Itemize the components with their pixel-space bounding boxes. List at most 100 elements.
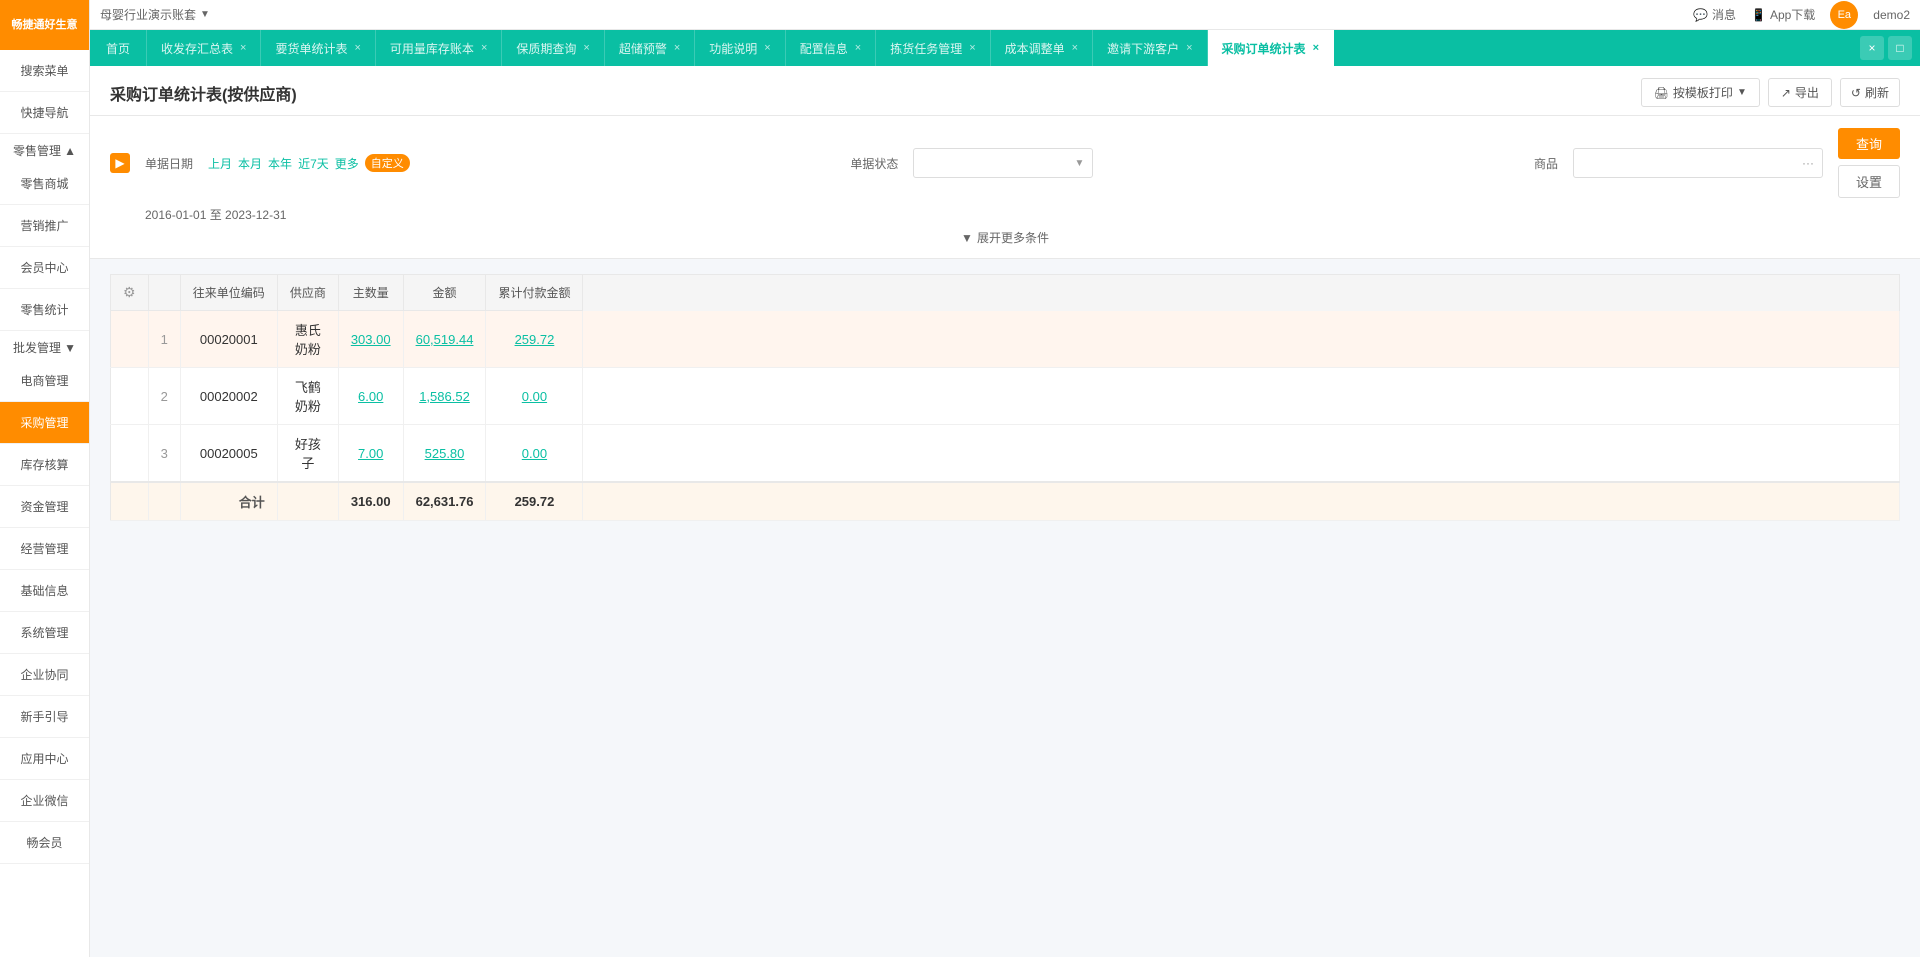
sidebar-item-vip[interactable]: 畅会员: [0, 822, 90, 864]
sidebar-item-label: 经营管理: [5, 540, 85, 557]
tab-label: 可用量库存账本: [390, 40, 474, 57]
close-icon[interactable]: ×: [1072, 42, 1078, 54]
tab-func-desc[interactable]: 功能说明 ×: [695, 30, 785, 66]
close-icon[interactable]: ×: [1186, 42, 1192, 54]
page-content: 采购订单统计表(按供应商) 🖨 按模板打印 ▼ ↗ 导出 ↺ 刷新: [90, 66, 1920, 957]
cell-supplier: 惠氏奶粉: [277, 311, 338, 368]
message-button[interactable]: 💬 消息: [1693, 6, 1736, 23]
close-icon[interactable]: ×: [1313, 42, 1319, 54]
tab-home[interactable]: 首页: [90, 30, 147, 66]
cell-main-qty: 6.00: [338, 368, 403, 425]
col-paid-amount[interactable]: 累计付款金额: [486, 275, 583, 311]
sidebar-item-enterprise[interactable]: 企业协同: [0, 654, 90, 696]
sidebar-item-label: 畅会员: [5, 834, 85, 851]
tab-config[interactable]: 配置信息 ×: [786, 30, 876, 66]
tab-picking-task[interactable]: 拣货任务管理 ×: [876, 30, 990, 66]
sidebar-item-retail-stats[interactable]: 零售统计: [0, 289, 90, 331]
tab-receive-send[interactable]: 收发存汇总表 ×: [147, 30, 261, 66]
print-button[interactable]: 🖨 按模板打印 ▼: [1641, 78, 1760, 107]
more-icon[interactable]: ···: [1802, 156, 1814, 170]
goods-filter-label: 商品: [1534, 155, 1558, 172]
tab-expiry-query[interactable]: 保质期查询 ×: [502, 30, 604, 66]
expand-filter-button[interactable]: ▼ 展开更多条件: [110, 229, 1900, 246]
filter-toggle-button[interactable]: ▶: [110, 153, 130, 173]
footer-supplier: [277, 482, 338, 521]
sidebar-item-label: 电商管理: [5, 372, 85, 389]
cell-seq: 2: [148, 368, 180, 425]
goods-input[interactable]: ···: [1573, 148, 1823, 178]
sidebar-item-label: 新手引导: [5, 708, 85, 725]
sidebar-item-member[interactable]: 会员中心: [0, 247, 90, 289]
sidebar-item-inventory[interactable]: 库存核算: [0, 444, 90, 486]
last-7-days-shortcut[interactable]: 近7天: [298, 155, 329, 172]
cell-spacer: [583, 368, 1900, 425]
close-icon[interactable]: ×: [764, 42, 770, 54]
close-icon[interactable]: ×: [354, 42, 360, 54]
app-download-button[interactable]: 📱 App下载: [1751, 6, 1815, 23]
sidebar-item-retail[interactable]: 零售管理 ▲: [0, 134, 90, 163]
print-label: 按模板打印: [1673, 84, 1733, 101]
more-shortcut[interactable]: 更多: [335, 155, 359, 172]
this-year-shortcut[interactable]: 本年: [268, 155, 292, 172]
status-select[interactable]: ▼: [913, 148, 1093, 178]
close-icon[interactable]: ×: [855, 42, 861, 54]
sidebar-item-enterprise-wx[interactable]: 企业微信: [0, 780, 90, 822]
sidebar-item-ecommerce[interactable]: 电商管理: [0, 360, 90, 402]
sidebar-item-label: 企业微信: [5, 792, 85, 809]
sidebar-item-search[interactable]: 搜索菜单: [0, 50, 90, 92]
refresh-icon: ↺: [1851, 86, 1861, 100]
sidebar-item-retail-mall[interactable]: 零售商城: [0, 163, 90, 205]
export-button[interactable]: ↗ 导出: [1768, 78, 1832, 107]
col-main-qty[interactable]: 主数量: [338, 275, 403, 311]
last-month-shortcut[interactable]: 上月: [208, 155, 232, 172]
cell-gear: [111, 425, 149, 483]
account-switcher[interactable]: 母婴行业演示账套 ▼: [100, 6, 210, 23]
close-tab-button[interactable]: ×: [1860, 36, 1884, 60]
tab-goods-stats[interactable]: 要货单统计表 ×: [261, 30, 375, 66]
close-icon[interactable]: ×: [481, 42, 487, 54]
tab-cost-adjust[interactable]: 成本调整单 ×: [991, 30, 1093, 66]
sidebar-item-wholesale[interactable]: 批发管理 ▼: [0, 331, 90, 360]
col-supplier[interactable]: 供应商: [277, 275, 338, 311]
this-month-shortcut[interactable]: 本月: [238, 155, 262, 172]
col-unit-code[interactable]: 往来单位编码: [180, 275, 277, 311]
gear-icon[interactable]: ⚙: [123, 284, 136, 300]
sidebar-item-app-center[interactable]: 应用中心: [0, 738, 90, 780]
col-gear: ⚙: [111, 275, 149, 311]
sidebar-item-basic-info[interactable]: 基础信息: [0, 570, 90, 612]
close-icon[interactable]: ×: [240, 42, 246, 54]
cell-supplier: 飞鹤奶粉: [277, 368, 338, 425]
close-icon[interactable]: ×: [583, 42, 589, 54]
maximize-button[interactable]: □: [1888, 36, 1912, 60]
sidebar-item-finance[interactable]: 资金管理: [0, 486, 90, 528]
sidebar: 畅捷通好生意 搜索菜单 快捷导航 零售管理 ▲ 零售商城 营销推广 会员中心 零…: [0, 0, 90, 957]
sidebar-item-operations[interactable]: 经营管理: [0, 528, 90, 570]
refresh-button[interactable]: ↺ 刷新: [1840, 78, 1900, 107]
sidebar-item-new-guide[interactable]: 新手引导: [0, 696, 90, 738]
sidebar-item-label: 营销推广: [5, 217, 85, 234]
tab-label: 配置信息: [800, 40, 848, 57]
cell-seq: 1: [148, 311, 180, 368]
avatar[interactable]: Ea: [1830, 1, 1858, 29]
tab-overstock[interactable]: 超储预警 ×: [605, 30, 695, 66]
username[interactable]: demo2: [1873, 8, 1910, 22]
settings-button[interactable]: 设置: [1838, 165, 1900, 198]
col-amount[interactable]: 金额: [403, 275, 486, 311]
sidebar-item-label: 零售统计: [5, 301, 85, 318]
tab-invite-downstream[interactable]: 邀请下游客户 ×: [1093, 30, 1207, 66]
sidebar-item-marketing[interactable]: 营销推广: [0, 205, 90, 247]
sidebar-item-purchase[interactable]: 采购管理: [0, 402, 90, 444]
table-row: 3 00020005 好孩子 7.00 525.80 0.00: [111, 425, 1900, 483]
tab-stock-ledger[interactable]: 可用量库存账本 ×: [376, 30, 502, 66]
close-icon[interactable]: ×: [969, 42, 975, 54]
tab-purchase-stats[interactable]: 采购订单统计表 ×: [1208, 30, 1334, 66]
sidebar-item-system[interactable]: 系统管理: [0, 612, 90, 654]
custom-badge: 自定义: [365, 154, 410, 172]
sidebar-item-quick-nav[interactable]: 快捷导航: [0, 92, 90, 134]
sidebar-item-label: 会员中心: [5, 259, 85, 276]
query-button[interactable]: 查询: [1838, 128, 1900, 159]
footer-gear: [111, 482, 149, 521]
cell-spacer: [583, 311, 1900, 368]
chevron-down-icon: ▼: [961, 231, 973, 245]
close-icon[interactable]: ×: [674, 42, 680, 54]
